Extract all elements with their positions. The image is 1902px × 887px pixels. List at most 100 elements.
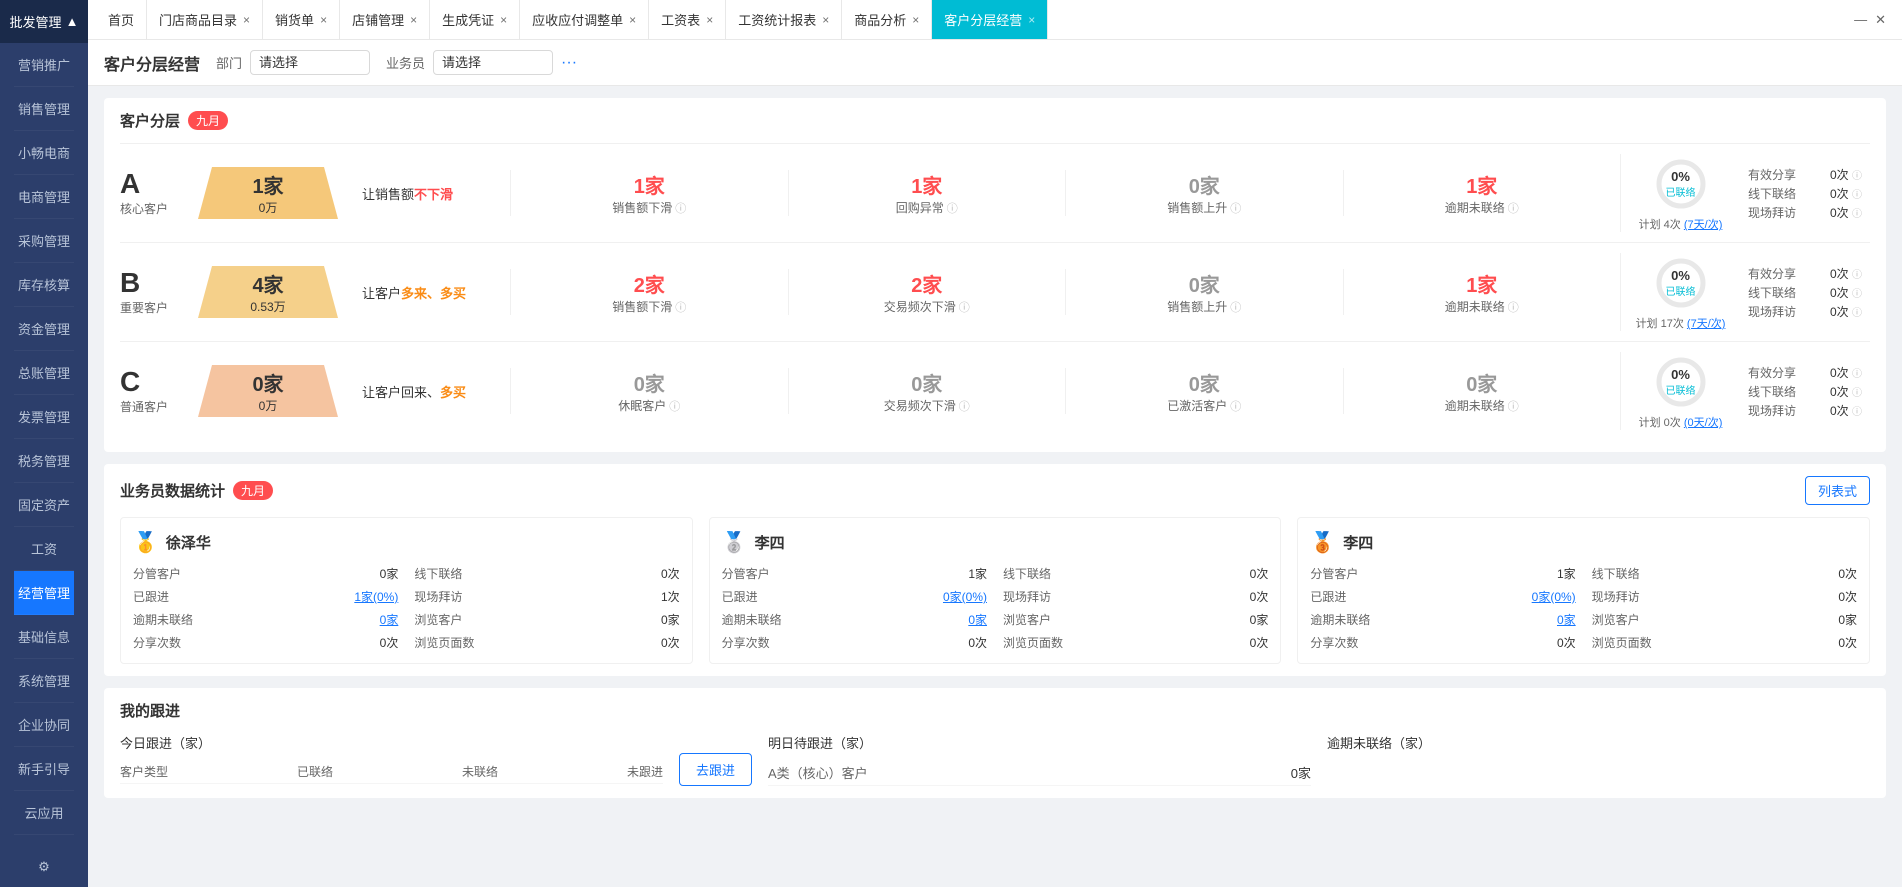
sidebar-item-系统管理[interactable]: 系统管理 bbox=[14, 659, 74, 703]
side-stat-val: 0次 ⓘ bbox=[1830, 204, 1862, 221]
info-icon-small[interactable]: ⓘ bbox=[1852, 407, 1862, 418]
tab-close-icon[interactable]: × bbox=[822, 13, 829, 27]
tab-close-icon[interactable]: × bbox=[320, 13, 327, 27]
staff-medal: 🥇 bbox=[133, 530, 158, 555]
staff-stat-val[interactable]: 0家 bbox=[968, 611, 987, 628]
tab-工资统计报表[interactable]: 工资统计报表× bbox=[726, 0, 842, 40]
tab-商品分析[interactable]: 商品分析 × bbox=[842, 0, 932, 40]
tab-生成凭证[interactable]: 生成凭证× bbox=[430, 0, 520, 40]
info-icon[interactable]: ⓘ bbox=[1230, 200, 1241, 216]
info-icon[interactable]: ⓘ bbox=[947, 200, 958, 216]
department-select[interactable]: 请选择 bbox=[250, 50, 370, 75]
info-icon[interactable]: ⓘ bbox=[959, 398, 970, 414]
sidebar-item-工资[interactable]: 工资 bbox=[14, 527, 74, 571]
content-header: 客户分层经营 部门 请选择 业务员 请选择 ··· bbox=[88, 40, 1902, 86]
tab-首页[interactable]: 首页 bbox=[96, 0, 147, 40]
tier-chart-C: 0家 0万 bbox=[190, 365, 350, 417]
tab-门店商品目录[interactable]: 门店商品目录× bbox=[147, 0, 263, 40]
info-icon-small[interactable]: ⓘ bbox=[1852, 289, 1862, 300]
info-icon-small[interactable]: ⓘ bbox=[1852, 388, 1862, 399]
sidebar-item-新手引导[interactable]: 新手引导 bbox=[14, 747, 74, 791]
circle-plan-link[interactable]: (7天/次) bbox=[1687, 318, 1726, 330]
info-icon-small[interactable]: ⓘ bbox=[1852, 209, 1862, 220]
info-icon-small[interactable]: ⓘ bbox=[1852, 369, 1862, 380]
tab-店铺管理[interactable]: 店铺管理× bbox=[340, 0, 430, 40]
sidebar-item-云应用[interactable]: 云应用 bbox=[14, 791, 74, 835]
info-icon[interactable]: ⓘ bbox=[959, 299, 970, 315]
tab-close-icon[interactable]: × bbox=[243, 13, 250, 27]
tier-name: 重要客户 bbox=[120, 299, 190, 316]
sidebar-item-采购管理[interactable]: 采购管理 bbox=[14, 219, 74, 263]
sidebar-item-总账管理[interactable]: 总账管理 bbox=[14, 351, 74, 395]
staff-stat-row: 浏览页面数 0次 bbox=[1003, 634, 1268, 651]
tier-action-C: 让客户回来、多买 bbox=[350, 382, 510, 401]
tab-close-icon[interactable]: × bbox=[1028, 13, 1035, 27]
info-icon[interactable]: ⓘ bbox=[675, 200, 686, 216]
tab-客户分层经营[interactable]: 客户分层经营× bbox=[932, 0, 1048, 40]
circle-plan-link[interactable]: (0天/次) bbox=[1684, 417, 1723, 429]
staff-stat-val[interactable]: 0家(0%) bbox=[943, 588, 987, 605]
sidebar-item-销售管理[interactable]: 销售管理 bbox=[14, 87, 74, 131]
side-stat-val: 0次 ⓘ bbox=[1830, 364, 1862, 381]
sidebar-item-基础信息[interactable]: 基础信息 bbox=[14, 615, 74, 659]
staff-stat-val[interactable]: 0家 bbox=[380, 611, 399, 628]
info-icon-small[interactable]: ⓘ bbox=[1852, 171, 1862, 182]
staff-stat-val[interactable]: 1家(0%) bbox=[354, 588, 398, 605]
info-icon-small[interactable]: ⓘ bbox=[1852, 270, 1862, 281]
side-stat-row: 线下联络 0次 ⓘ bbox=[1748, 383, 1862, 400]
info-icon[interactable]: ⓘ bbox=[669, 398, 680, 414]
staff-stat-val[interactable]: 0家 bbox=[1557, 611, 1576, 628]
staff-card-李四: 🥈 李四 分管客户 1家 线下联络 0次 已跟进 0家(0%) 现场拜访 0次 … bbox=[709, 517, 1282, 664]
info-icon[interactable]: ⓘ bbox=[1508, 299, 1519, 315]
tab-close-icon[interactable]: × bbox=[706, 13, 713, 27]
goto-follow-button[interactable]: 去跟进 bbox=[679, 753, 752, 786]
staff-stat-label: 现场拜访 bbox=[1592, 588, 1640, 605]
staff-stat-val[interactable]: 0家(0%) bbox=[1532, 588, 1576, 605]
tab-工资表[interactable]: 工资表× bbox=[649, 0, 726, 40]
sidebar-item-营销推广[interactable]: 营销推广 bbox=[14, 43, 74, 87]
tab-close-icon[interactable]: × bbox=[500, 13, 507, 27]
tab-close-icon[interactable]: × bbox=[629, 13, 636, 27]
more-filters-icon[interactable]: ··· bbox=[561, 54, 577, 72]
business-select[interactable]: 请选择 bbox=[433, 50, 553, 75]
staff-stat-label: 浏览页面数 bbox=[414, 634, 474, 651]
info-icon[interactable]: ⓘ bbox=[1508, 200, 1519, 216]
sidebar-item-固定资产[interactable]: 固定资产 bbox=[14, 483, 74, 527]
info-icon[interactable]: ⓘ bbox=[1230, 299, 1241, 315]
tab-close-icon[interactable]: × bbox=[410, 13, 417, 27]
tab-close-icon[interactable]: × bbox=[912, 13, 919, 27]
sidebar-collapse-icon[interactable]: ▲ bbox=[66, 14, 79, 29]
circle-plan-link[interactable]: (7天/次) bbox=[1684, 219, 1723, 231]
circle-plan: 计划 0次 (0天/次) bbox=[1639, 414, 1723, 430]
tab-销货单[interactable]: 销货单× bbox=[263, 0, 340, 40]
sidebar-item-小畅电商[interactable]: 小畅电商 bbox=[14, 131, 74, 175]
side-stat-label: 线下联络 bbox=[1748, 383, 1796, 400]
info-icon-small[interactable]: ⓘ bbox=[1852, 190, 1862, 201]
sidebar-item-资金管理[interactable]: 资金管理 bbox=[14, 307, 74, 351]
business-filter: 业务员 请选择 ··· bbox=[386, 50, 577, 75]
info-icon-small[interactable]: ⓘ bbox=[1852, 308, 1862, 319]
tab-label: 商品分析 bbox=[854, 10, 906, 29]
sidebar-header[interactable]: 批发管理 ▲ bbox=[0, 0, 88, 43]
list-view-button[interactable]: 列表式 bbox=[1805, 476, 1870, 505]
sidebar-item-税务管理[interactable]: 税务管理 bbox=[14, 439, 74, 483]
sidebar-item-库存核算[interactable]: 库存核算 bbox=[14, 263, 74, 307]
tier-chart-A: 1家 0万 bbox=[190, 167, 350, 219]
staff-stat-row: 浏览客户 0家 bbox=[1592, 611, 1857, 628]
sidebar-item-电商管理[interactable]: 电商管理 bbox=[14, 175, 74, 219]
tab-应收应付调整单[interactable]: 应收应付调整单× bbox=[520, 0, 649, 40]
staff-stat-row: 浏览客户 0家 bbox=[414, 611, 679, 628]
info-icon[interactable]: ⓘ bbox=[675, 299, 686, 315]
staff-card-李四: 🥉 李四 分管客户 1家 线下联络 0次 已跟进 0家(0%) 现场拜访 0次 … bbox=[1297, 517, 1870, 664]
goto-follow-btn-wrapper: 去跟进 bbox=[679, 733, 752, 786]
window-minimize-icon[interactable]: — bbox=[1854, 12, 1867, 27]
stat-label: 销售额上升 ⓘ bbox=[1074, 199, 1335, 216]
sidebar-item-经营管理[interactable]: 经营管理 bbox=[14, 571, 74, 615]
info-icon[interactable]: ⓘ bbox=[1508, 398, 1519, 414]
sidebar-item-发票管理[interactable]: 发票管理 bbox=[14, 395, 74, 439]
info-icon[interactable]: ⓘ bbox=[1230, 398, 1241, 414]
sidebar-settings[interactable]: ⚙ bbox=[0, 847, 88, 887]
window-close-icon[interactable]: ✕ bbox=[1875, 12, 1886, 28]
sidebar-item-企业协同[interactable]: 企业协同 bbox=[14, 703, 74, 747]
stat-label: 销售额上升 ⓘ bbox=[1074, 298, 1335, 315]
